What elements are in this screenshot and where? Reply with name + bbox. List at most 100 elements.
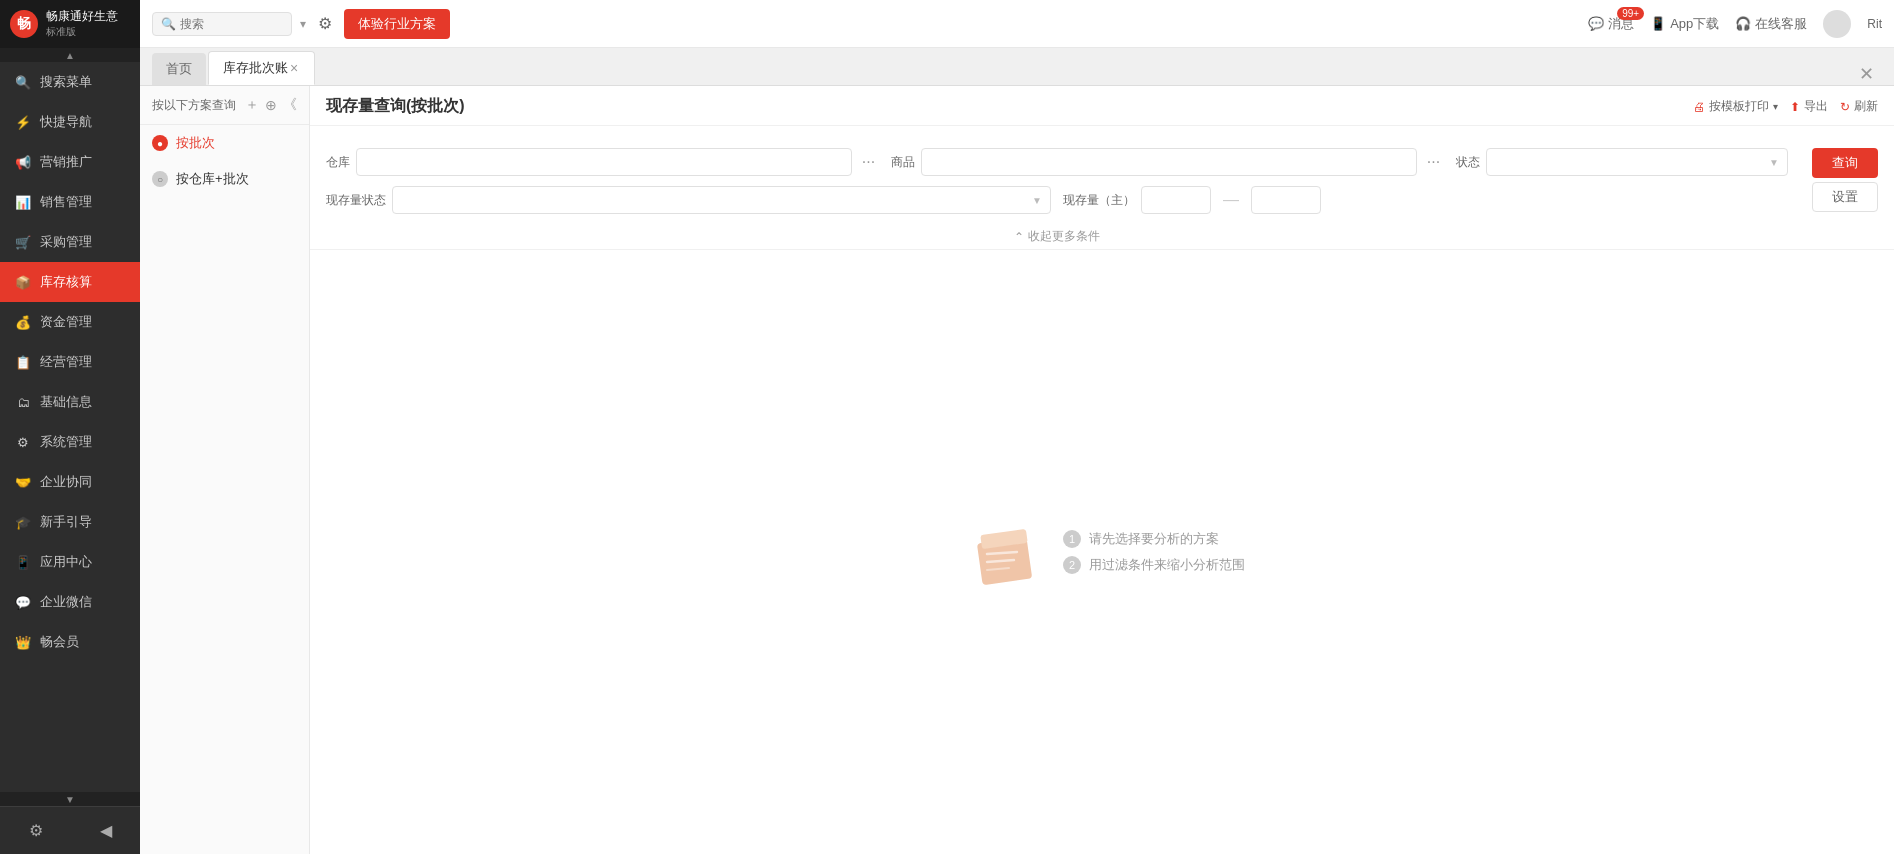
sidebar-item-operations[interactable]: 📋 经营管理 xyxy=(0,342,140,382)
app-subtitle: 标准版 xyxy=(46,25,118,39)
print-btn[interactable]: 🖨 按模板打印 ▾ xyxy=(1693,98,1778,115)
sidebar-item-basic[interactable]: 🗂 基础信息 xyxy=(0,382,140,422)
sidebar-collapse-btn[interactable]: ◀ xyxy=(94,815,118,846)
app-download-btn[interactable]: 📱 App下载 xyxy=(1650,15,1719,33)
tab-inventory-batch[interactable]: 库存批次账 × xyxy=(208,51,315,85)
scroll-up-btn[interactable]: ▲ xyxy=(0,48,140,62)
query-btn[interactable]: 查询 xyxy=(1812,148,1878,178)
topbar-search-input[interactable] xyxy=(180,17,280,31)
left-panel-icons: ＋ ⊕ 《 xyxy=(245,96,297,114)
scheme-batch[interactable]: ● 按批次 xyxy=(140,125,309,161)
tab-bar-right: ✕ xyxy=(1855,63,1882,85)
query-actions: 🖨 按模板打印 ▾ ⬆ 导出 ↻ 刷新 xyxy=(1693,98,1878,115)
product-dots[interactable]: ··· xyxy=(1423,153,1444,171)
warehouse-dots[interactable]: ··· xyxy=(858,153,879,171)
refresh-btn[interactable]: ↻ 刷新 xyxy=(1840,98,1878,115)
status-select[interactable]: ▼ xyxy=(1486,148,1788,176)
sidebar-item-system[interactable]: ⚙ 系统管理 xyxy=(0,422,140,462)
left-panel: 按以下方案查询 ＋ ⊕ 《 ● 按批次 ○ 按仓库+批次 xyxy=(140,86,310,854)
sidebar-item-member[interactable]: 👑 畅会员 xyxy=(0,622,140,662)
tab-close-btn[interactable]: × xyxy=(288,60,300,76)
marketing-icon: 📢 xyxy=(14,153,32,171)
sidebar-item-inventory[interactable]: 📦 库存核算 xyxy=(0,262,140,302)
sidebar-item-purchase[interactable]: 🛒 采购管理 xyxy=(0,222,140,262)
product-filter: 商品 ··· xyxy=(891,148,1444,176)
query-btn-group: 查询 设置 xyxy=(1804,136,1894,212)
basic-icon: 🗂 xyxy=(14,393,32,411)
message-icon: 💬 xyxy=(1588,16,1604,31)
sidebar-item-search[interactable]: 🔍 搜索菜单 xyxy=(0,62,140,102)
member-icon: 👑 xyxy=(14,633,32,651)
sidebar-item-wxenterprise[interactable]: 💬 企业微信 xyxy=(0,582,140,622)
right-panel: 现存量查询(按批次) 🖨 按模板打印 ▾ ⬆ 导出 ↻ 刷新 xyxy=(310,86,1894,854)
topbar-gear-icon[interactable]: ⚙ xyxy=(314,10,336,37)
sidebar-item-enterprise[interactable]: 🤝 企业协同 xyxy=(0,462,140,502)
message-btn[interactable]: 💬 消息 99+ xyxy=(1588,15,1634,33)
enterprise-icon: 🤝 xyxy=(14,473,32,491)
search-icon: 🔍 xyxy=(14,73,32,91)
sidebar-nav: 🔍 搜索菜单 ⚡ 快捷导航 📢 营销推广 📊 销售管理 🛒 采购管理 📦 库存核… xyxy=(0,62,140,792)
warehouse-batch-dot: ○ xyxy=(152,171,168,187)
empty-illustration xyxy=(959,512,1039,592)
inventory-amount-to[interactable] xyxy=(1251,186,1321,214)
sidebar-item-finance[interactable]: 💰 资金管理 xyxy=(0,302,140,342)
warehouse-input[interactable] xyxy=(356,148,852,176)
product-input[interactable] xyxy=(921,148,1417,176)
trial-btn[interactable]: 体验行业方案 xyxy=(344,9,450,39)
setting-btn[interactable]: 设置 xyxy=(1812,182,1878,212)
quicknav-icon: ⚡ xyxy=(14,113,32,131)
sidebar-footer: ⚙ ◀ xyxy=(0,806,140,854)
sidebar-title-block: 畅康通好生意 标准版 xyxy=(46,9,118,39)
tip-1-text: 请先选择要分析的方案 xyxy=(1089,530,1219,548)
topbar-chevron-icon[interactable]: ▾ xyxy=(300,17,306,31)
topbar-search-icon: 🔍 xyxy=(161,17,176,31)
inventory-amount-filter: 现存量（主） — xyxy=(1063,186,1788,214)
sidebar-settings-btn[interactable]: ⚙ xyxy=(23,815,49,846)
scheme-warehouse-batch[interactable]: ○ 按仓库+批次 xyxy=(140,161,309,197)
sidebar-item-newguide[interactable]: 🎓 新手引导 xyxy=(0,502,140,542)
empty-tip-1: 1 请先选择要分析的方案 xyxy=(1063,530,1245,548)
inventory-status-select[interactable]: ▼ xyxy=(392,186,1051,214)
tabbar: 首页 库存批次账 × ✕ xyxy=(140,48,1894,86)
sales-icon: 📊 xyxy=(14,193,32,211)
system-icon: ⚙ xyxy=(14,433,32,451)
topbar-search-box[interactable]: 🔍 xyxy=(152,12,292,36)
username-label[interactable]: Rit xyxy=(1867,17,1882,31)
sidebar-header: 畅 畅康通好生意 标准版 xyxy=(0,0,140,48)
add-scheme-icon[interactable]: ＋ xyxy=(245,96,259,114)
export-icon: ⬆ xyxy=(1790,100,1800,114)
inventory-amount-from[interactable] xyxy=(1141,186,1211,214)
collapse-left-icon[interactable]: 《 xyxy=(283,96,297,114)
sidebar-item-sales[interactable]: 📊 销售管理 xyxy=(0,182,140,222)
sidebar-item-appcenter[interactable]: 📱 应用中心 xyxy=(0,542,140,582)
wxenterprise-icon: 💬 xyxy=(14,593,32,611)
sidebar-item-marketing[interactable]: 📢 营销推广 xyxy=(0,142,140,182)
finance-icon: 💰 xyxy=(14,313,32,331)
refresh-icon: ↻ xyxy=(1840,100,1850,114)
empty-state: 1 请先选择要分析的方案 2 用过滤条件来缩小分析范围 xyxy=(310,250,1894,854)
appcenter-icon: 📱 xyxy=(14,553,32,571)
newguide-icon: 🎓 xyxy=(14,513,32,531)
scheme-settings-icon[interactable]: ⊕ xyxy=(265,97,277,113)
message-badge: 99+ xyxy=(1617,7,1644,20)
empty-tip-2: 2 用过滤条件来缩小分析范围 xyxy=(1063,556,1245,574)
phone-icon: 📱 xyxy=(1650,16,1666,31)
warehouse-filter: 仓库 ··· xyxy=(326,148,879,176)
page-title: 现存量查询(按批次) xyxy=(326,96,465,117)
user-avatar[interactable] xyxy=(1823,10,1851,38)
query-header: 现存量查询(按批次) 🖨 按模板打印 ▾ ⬆ 导出 ↻ 刷新 xyxy=(310,86,1894,126)
close-panel-btn[interactable]: ✕ xyxy=(1855,63,1878,85)
inventory-icon: 📦 xyxy=(14,273,32,291)
topbar-right: 💬 消息 99+ 📱 App下载 🎧 在线客服 Rit xyxy=(1588,10,1882,38)
export-btn[interactable]: ⬆ 导出 xyxy=(1790,98,1828,115)
page-content: 按以下方案查询 ＋ ⊕ 《 ● 按批次 ○ 按仓库+批次 现存量查询(按批次) xyxy=(140,86,1894,854)
app-title: 畅康通好生意 xyxy=(46,9,118,25)
tip-1-num: 1 xyxy=(1063,530,1081,548)
tab-home[interactable]: 首页 xyxy=(152,53,206,85)
collapse-more-btn[interactable]: ⌃ 收起更多条件 xyxy=(326,224,1788,249)
customer-service-btn[interactable]: 🎧 在线客服 xyxy=(1735,15,1807,33)
left-panel-header: 按以下方案查询 ＋ ⊕ 《 xyxy=(140,86,309,125)
sidebar-item-quicknav[interactable]: ⚡ 快捷导航 xyxy=(0,102,140,142)
scroll-down-btn[interactable]: ▼ xyxy=(0,792,140,806)
sidebar-logo: 畅 xyxy=(10,10,38,38)
